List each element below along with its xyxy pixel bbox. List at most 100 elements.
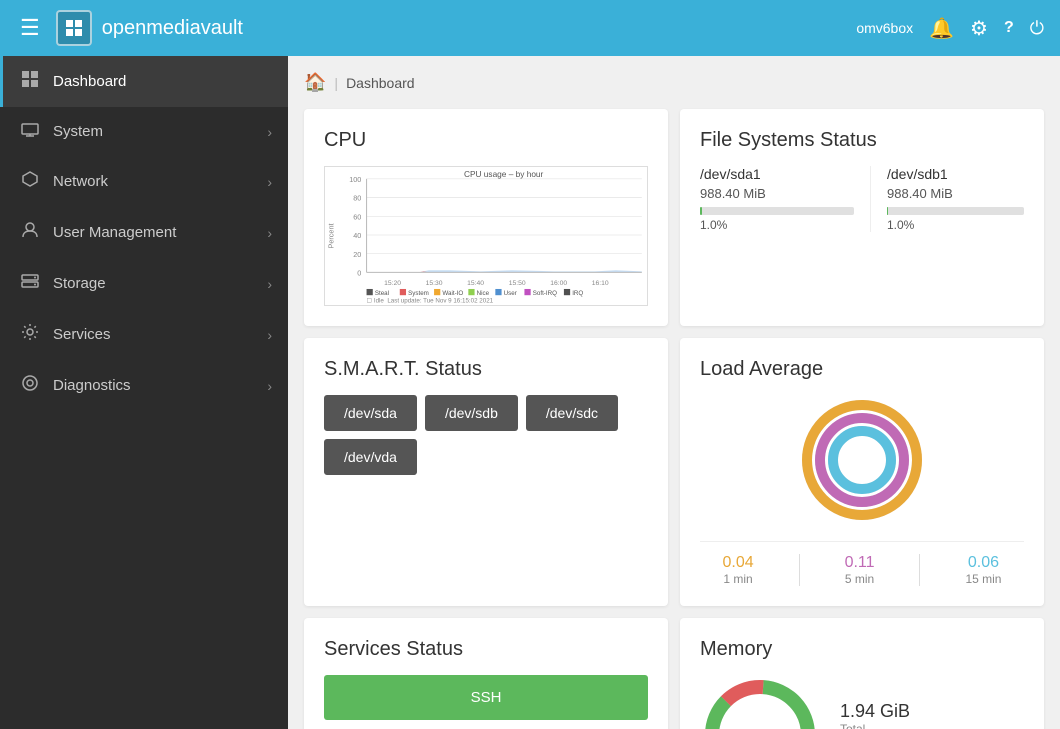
header-right: omv6box 🔔 ⚙ ? ⏻	[856, 16, 1044, 41]
smart-vda-button[interactable]: /dev/vda	[324, 439, 417, 475]
fs-sda1-size: 988.40 MiB	[700, 186, 854, 201]
cpu-chart: 100 80 60 40 20 0 Percent	[324, 166, 648, 306]
load-card: Load Average	[680, 338, 1044, 606]
memory-donut	[700, 675, 820, 729]
logo: openmediavault	[56, 10, 243, 46]
help-button[interactable]: ?	[1004, 19, 1014, 37]
load-15min-label: 15 min	[965, 572, 1001, 586]
svg-text:16:00: 16:00	[550, 280, 567, 287]
svg-text:User: User	[504, 290, 517, 297]
hamburger-button[interactable]: ☰	[16, 11, 44, 45]
services-chevron-icon: ›	[267, 327, 272, 343]
svg-text:16:10: 16:10	[592, 280, 609, 287]
fs-sdb1-size: 988.40 MiB	[887, 186, 1024, 201]
svg-text:40: 40	[353, 231, 361, 240]
system-chevron-icon: ›	[267, 124, 272, 140]
header: ☰ openmediavault omv6box 🔔 ⚙ ? ⏻	[0, 0, 1060, 56]
diagnostics-icon	[19, 374, 41, 397]
fs-sda1-bar-bg	[700, 207, 854, 215]
fs-card: File Systems Status /dev/sda1 988.40 MiB…	[680, 109, 1044, 326]
cpu-card-title: CPU	[324, 129, 648, 152]
notification-button[interactable]: 🔔	[929, 16, 954, 41]
memory-total-value: 1.94 GiB	[840, 701, 1024, 722]
svg-text:60: 60	[353, 212, 361, 221]
dashboard-icon	[19, 70, 41, 93]
power-button[interactable]: ⏻	[1030, 18, 1044, 39]
breadcrumb-home-icon[interactable]: 🏠	[304, 72, 326, 93]
svg-text:CPU usage – by hour: CPU usage – by hour	[464, 169, 544, 179]
smart-sdb-button[interactable]: /dev/sdb	[425, 395, 518, 431]
smart-sdc-button[interactable]: /dev/sdc	[526, 395, 618, 431]
svg-text:15:30: 15:30	[426, 280, 443, 287]
svg-text:Soft-IRQ: Soft-IRQ	[533, 290, 557, 297]
svg-text:IRQ: IRQ	[572, 290, 583, 297]
services-icon	[19, 323, 41, 346]
dashboard-grid: CPU 100 80 60 40	[304, 109, 1044, 729]
smart-buttons: /dev/sda /dev/sdb /dev/sdc /dev/vda	[324, 395, 648, 475]
sidebar-item-dashboard[interactable]: Dashboard	[0, 56, 288, 107]
cpu-card: CPU 100 80 60 40	[304, 109, 668, 326]
sidebar-item-diagnostics-label: Diagnostics	[53, 377, 255, 394]
fs-sda1-pct: 1.0%	[700, 218, 854, 232]
svg-text:Last update: Tue Nov 9 16:15:0: Last update: Tue Nov 9 16:15:02 2021	[387, 297, 493, 304]
sidebar-item-user-management[interactable]: User Management ›	[0, 207, 288, 258]
sidebar-item-services[interactable]: Services ›	[0, 309, 288, 360]
sidebar-item-system[interactable]: System ›	[0, 107, 288, 156]
main-layout: Dashboard System › Network › User Manage…	[0, 56, 1060, 729]
load-values: 0.04 1 min 0.11 5 min 0.06 15 min	[700, 541, 1024, 586]
breadcrumb: 🏠 | Dashboard	[304, 72, 1044, 93]
fs-sdb1-pct: 1.0%	[887, 218, 1024, 232]
fs-sdb1-name: /dev/sdb1	[887, 166, 1024, 182]
sidebar-item-network[interactable]: Network ›	[0, 156, 288, 207]
sidebar-item-network-label: Network	[53, 173, 255, 190]
sidebar-item-storage[interactable]: Storage ›	[0, 258, 288, 309]
fs-sdb1-bar-bg	[887, 207, 1024, 215]
fs-sda1-bar	[700, 207, 702, 215]
svg-text:0: 0	[357, 268, 361, 277]
load-divider-1	[799, 554, 800, 586]
memory-layout: 1.94 GiB Total 275.59 MiB 14% 1.67 GiB 8…	[700, 675, 1024, 729]
svg-text:Percent: Percent	[326, 223, 335, 248]
svg-text:100: 100	[349, 175, 361, 184]
diagnostics-chevron-icon: ›	[267, 378, 272, 394]
ssh-status-button[interactable]: SSH	[324, 675, 648, 720]
svg-text:15:50: 15:50	[509, 280, 526, 287]
sidebar: Dashboard System › Network › User Manage…	[0, 56, 288, 729]
svg-text:20: 20	[353, 250, 361, 259]
content-area: 🏠 | Dashboard CPU	[288, 56, 1060, 729]
network-icon	[19, 170, 41, 193]
load-5min-label: 5 min	[845, 572, 875, 586]
fs-grid: /dev/sda1 988.40 MiB 1.0% /dev/sdb1 988.…	[700, 166, 1024, 232]
sidebar-item-diagnostics[interactable]: Diagnostics ›	[0, 360, 288, 411]
load-1min-num: 0.04	[722, 554, 753, 572]
smart-sda-button[interactable]: /dev/sda	[324, 395, 417, 431]
fs-item-sdb1: /dev/sdb1 988.40 MiB 1.0%	[870, 166, 1024, 232]
fs-item-sda1: /dev/sda1 988.40 MiB 1.0%	[700, 166, 854, 232]
logo-icon	[56, 10, 92, 46]
load-donut-container	[700, 395, 1024, 525]
memory-card-title: Memory	[700, 638, 1024, 661]
svg-text:Steal: Steal	[375, 290, 389, 297]
svg-text:☐ Idle: ☐ Idle	[367, 297, 385, 304]
svg-text:Wait-IO: Wait-IO	[442, 290, 463, 297]
system-icon	[19, 121, 41, 142]
storage-chevron-icon: ›	[267, 276, 272, 292]
user-management-chevron-icon: ›	[267, 225, 272, 241]
settings-button[interactable]: ⚙	[970, 16, 988, 41]
fs-card-title: File Systems Status	[700, 129, 1024, 152]
sidebar-item-services-label: Services	[53, 326, 255, 343]
breadcrumb-separator: |	[334, 75, 338, 91]
username-label: omv6box	[856, 20, 913, 36]
smart-card-title: S.M.A.R.T. Status	[324, 358, 648, 381]
services-card-title: Services Status	[324, 638, 648, 661]
load-1min-label: 1 min	[722, 572, 753, 586]
svg-text:System: System	[408, 290, 429, 297]
load-divider-2	[919, 554, 920, 586]
load-card-title: Load Average	[700, 358, 1024, 381]
user-management-icon	[19, 221, 41, 244]
sidebar-item-storage-label: Storage	[53, 275, 255, 292]
logo-text: openmediavault	[102, 17, 243, 40]
load-1min: 0.04 1 min	[722, 554, 753, 586]
smart-card: S.M.A.R.T. Status /dev/sda /dev/sdb /dev…	[304, 338, 668, 606]
load-donut-chart	[792, 395, 932, 525]
